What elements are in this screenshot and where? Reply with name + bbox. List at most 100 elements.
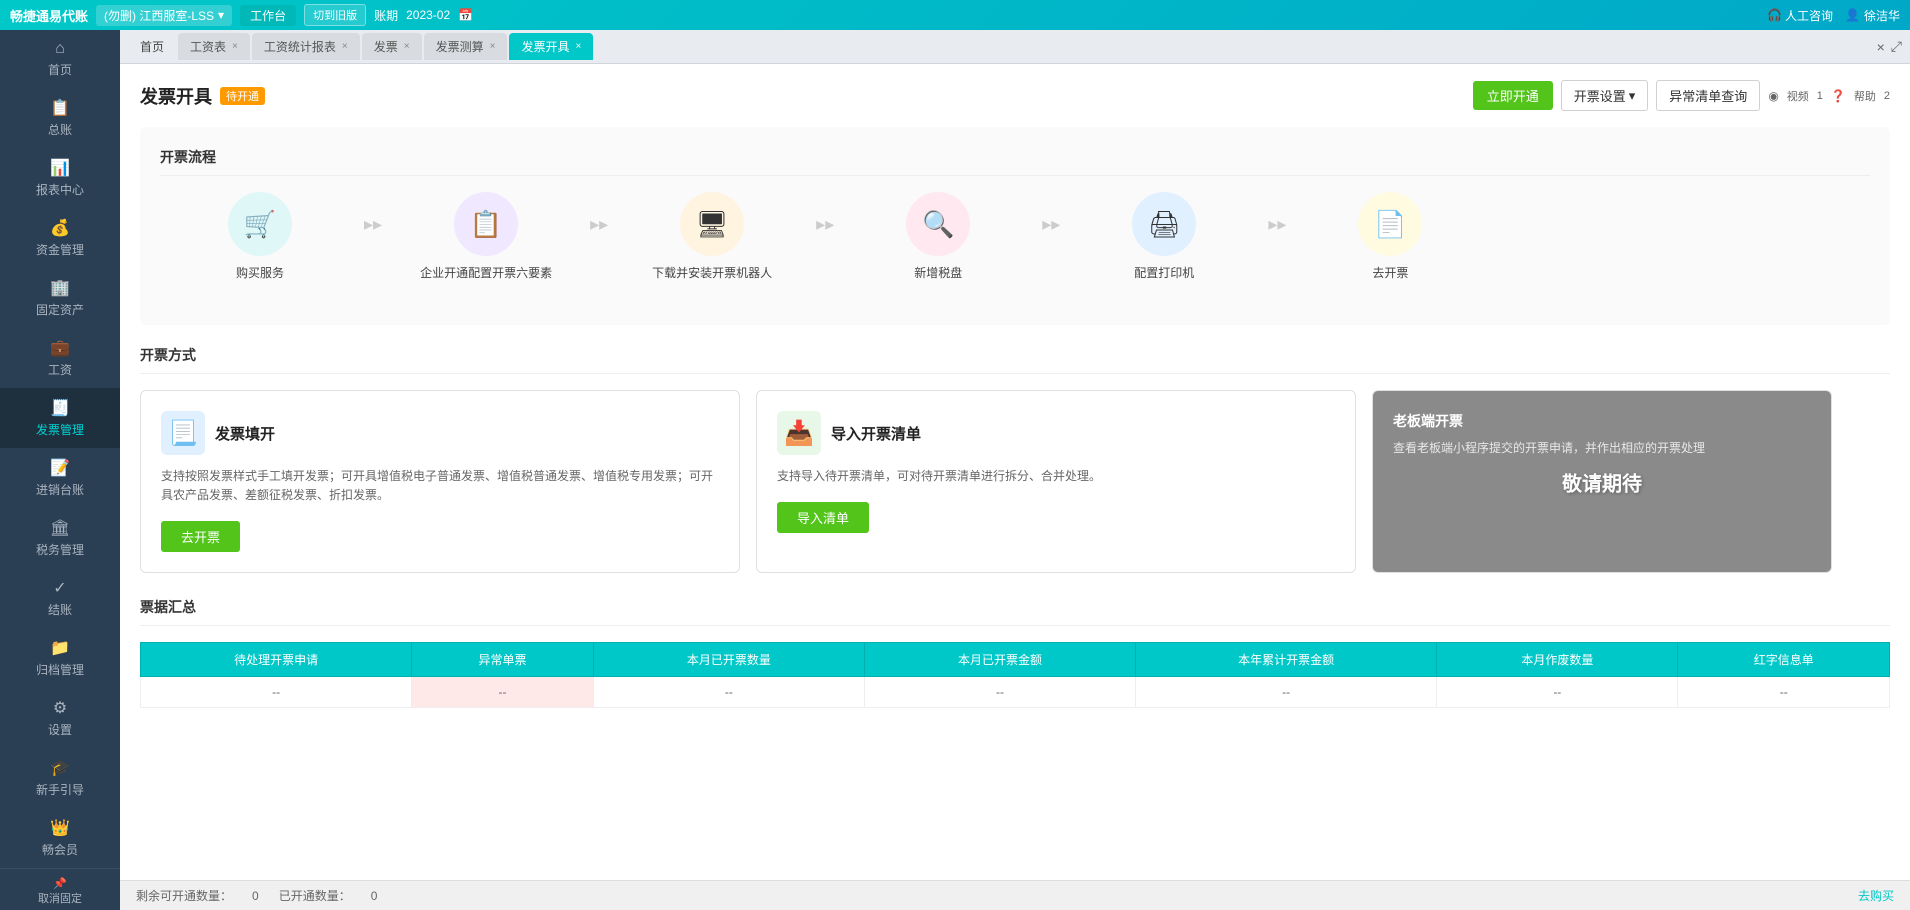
opened-label: 已开通数量： <box>279 887 351 904</box>
company-selector[interactable]: (勿删) 江西服室-LSS ▾ <box>96 5 232 26</box>
tab-label: 工资统计报表 <box>264 38 336 55</box>
summary-value-6: -- <box>1678 677 1890 708</box>
sidebar-item-报表中心[interactable]: 📊 报表中心 <box>0 148 120 208</box>
flow-step-label: 购买服务 <box>236 264 284 281</box>
help-count: 2 <box>1884 90 1890 102</box>
sidebar-item-进销台账[interactable]: 📝进销台账 <box>0 448 120 508</box>
sidebar-item-资金管理[interactable]: 💰资金管理 <box>0 208 120 268</box>
sidebar-item-设置[interactable]: ⚙ 设置 <box>0 688 120 748</box>
tab-发票[interactable]: 发票× <box>362 33 422 60</box>
tab-工资统计报表[interactable]: 工资统计报表 × <box>252 33 360 60</box>
tab-发票测算[interactable]: 发票测算× <box>424 33 508 60</box>
user-info[interactable]: 👤 徐洁华 <box>1845 7 1900 24</box>
sidebar-unpin-label: 取消固定 <box>38 890 82 906</box>
sidebar-bottom-pin[interactable]: 📌 取消固定 <box>0 868 120 910</box>
page-header-right: 立即开通 开票设置 ▾ 异常清单查询 ◉ 视频 1 ❓ 帮助 2 <box>1473 80 1890 111</box>
summary-table: 待处理开票申请异常单票本月已开票数量本月已开票金额本年累计开票金额本月作废数量红… <box>140 642 1890 708</box>
bottom-bar: 剩余可开通数量： 0 已开通数量： 0 去购买 <box>120 880 1910 910</box>
coming-soon-label: 敬请期待 <box>1562 467 1642 496</box>
invoice-fill-icon: 📃 <box>161 411 205 455</box>
close-window-icon[interactable]: × <box>1877 39 1885 55</box>
sidebar-item-归档管理[interactable]: 📁归档管理 <box>0 628 120 688</box>
sidebar-label: 首页 <box>48 61 72 78</box>
summary-col-2: 本月已开票数量 <box>593 643 864 677</box>
invoice-fill-title: 发票填开 <box>215 423 275 444</box>
flow-step-label: 企业开通配置开票六要素 <box>420 264 552 281</box>
sidebar-icon: 💼 <box>50 338 70 358</box>
old-platform-desc: 查看老板端小程序提交的开票申请，并作出相应的开票处理 <box>1393 439 1811 457</box>
view-icon[interactable]: ◉ <box>1768 89 1778 103</box>
tab-首页[interactable]: 首页 <box>128 33 176 60</box>
switch-old-button[interactable]: 切到旧版 <box>304 4 366 26</box>
remaining-label: 剩余可开通数量： <box>136 887 232 904</box>
sidebar-item-畅会员[interactable]: 👑畅会员 <box>0 808 120 868</box>
import-invoice-icon: 📥 <box>777 411 821 455</box>
sidebar-icon: ⚙ <box>53 698 67 718</box>
flow-arrow-3: ▸▸ <box>1042 214 1060 235</box>
sidebar-label: 总账 <box>48 121 72 138</box>
import-invoice-card: 📥 导入开票清单 支持导入待开票清单，可对待开票清单进行拆分、合并处理。 导入清… <box>756 390 1356 573</box>
workspace-button[interactable]: 工作台 <box>240 5 296 26</box>
buy-link[interactable]: 去购买 <box>1858 887 1894 904</box>
help-icon[interactable]: ❓ <box>1831 89 1846 103</box>
sidebar-item-工资[interactable]: 💼 工资 <box>0 328 120 388</box>
restore-window-icon[interactable]: ⤢ <box>1891 38 1902 55</box>
sidebar-item-新手引导[interactable]: 🎓新手引导 <box>0 748 120 808</box>
old-platform-title: 老板端开票 <box>1393 411 1811 431</box>
sidebar-icon: 🏢 <box>50 278 70 298</box>
app-body: ⌂首页 📋 总账 📊 报表中心 💰资金管理🏢固定资产 💼 工资 🧾发票管理📝进销台账🏛税务管理✓… <box>0 30 1910 910</box>
consultant-button[interactable]: 🎧 人工咨询 <box>1767 7 1833 24</box>
views-label: 视频 <box>1787 88 1809 104</box>
tab-close-icon[interactable]: × <box>342 41 348 52</box>
tab-close-icon[interactable]: × <box>404 41 410 52</box>
import-invoice-button[interactable]: 导入清单 <box>777 502 869 533</box>
calendar-icon[interactable]: 📅 <box>458 8 473 22</box>
invoice-fill-button[interactable]: 去开票 <box>161 521 240 552</box>
invoice-fill-desc: 支持按照发票样式手工填开发票；可开具增值税电子普通发票、增值税普通发票、增值税专… <box>161 467 719 505</box>
flow-step-icon: 🖨 <box>1132 192 1196 256</box>
sidebar-label: 进销台账 <box>36 481 84 498</box>
page-header-left: 发票开具 待开通 <box>140 83 265 109</box>
sidebar-item-总账[interactable]: 📋 总账 <box>0 88 120 148</box>
sidebar-label: 报表中心 <box>36 181 84 198</box>
abnormal-query-button[interactable]: 异常清单查询 <box>1656 80 1760 111</box>
sidebar-label: 工资 <box>48 361 72 378</box>
top-bar-right: 🎧 人工咨询 👤 徐洁华 <box>1767 7 1900 24</box>
flow-step-label: 去开票 <box>1372 264 1408 281</box>
summary-col-3: 本月已开票金额 <box>864 643 1135 677</box>
sidebar-item-固定资产[interactable]: 🏢固定资产 <box>0 268 120 328</box>
tab-工资表[interactable]: 工资表× <box>178 33 250 60</box>
open-settings-button[interactable]: 开票设置 ▾ <box>1561 80 1649 111</box>
content-area: 首页工资表×工资统计报表×发票×发票测算×发票开具× × ⤢ 发票开具 待开通 … <box>120 30 1910 910</box>
tab-发票开具[interactable]: 发票开具 × <box>509 33 593 60</box>
tab-close-icon[interactable]: × <box>232 41 238 52</box>
flow-step-label: 配置打印机 <box>1134 264 1194 281</box>
period-value: 2023-02 <box>406 8 450 22</box>
company-label: (勿删) 江西服室-LSS <box>104 7 214 24</box>
tab-close-icon[interactable]: × <box>490 41 496 52</box>
sidebar-icon: 🏛 <box>50 518 70 538</box>
sidebar-item-税务管理[interactable]: 🏛税务管理 <box>0 508 120 568</box>
sidebar-icon: 📋 <box>50 98 70 118</box>
sidebar-icon: 📊 <box>50 158 70 178</box>
sidebar-label: 设置 <box>48 721 72 738</box>
flow-arrow-2: ▸▸ <box>816 214 834 235</box>
sidebar-item-结账[interactable]: ✓结账 <box>0 568 120 628</box>
user-avatar-icon: 👤 <box>1845 8 1860 22</box>
sidebar-item-首页[interactable]: ⌂首页 <box>0 30 120 88</box>
tab-label: 发票开具 <box>521 38 569 55</box>
import-invoice-desc: 支持导入待开票清单，可对待开票清单进行拆分、合并处理。 <box>777 467 1335 486</box>
summary-section-title: 票据汇总 <box>140 597 1890 626</box>
user-name: 徐洁华 <box>1864 7 1900 24</box>
flow-step-label: 新增税盘 <box>914 264 962 281</box>
tab-close-icon[interactable]: × <box>575 41 581 52</box>
methods-section: 开票方式 📃 发票填开 支持按照发票样式手工填开发票；可开具增值税电子普通发票、… <box>140 345 1890 573</box>
sidebar-item-发票管理[interactable]: 🧾发票管理 <box>0 388 120 448</box>
tab-label: 首页 <box>140 38 164 55</box>
summary-col-0: 待处理开票申请 <box>141 643 412 677</box>
flow-section-title: 开票流程 <box>160 147 1870 176</box>
period-label: 账期 <box>374 7 398 24</box>
summary-value-4: -- <box>1136 677 1437 708</box>
brand-logo: 畅捷通易代账 <box>10 6 88 25</box>
open-now-button[interactable]: 立即开通 <box>1473 81 1553 110</box>
